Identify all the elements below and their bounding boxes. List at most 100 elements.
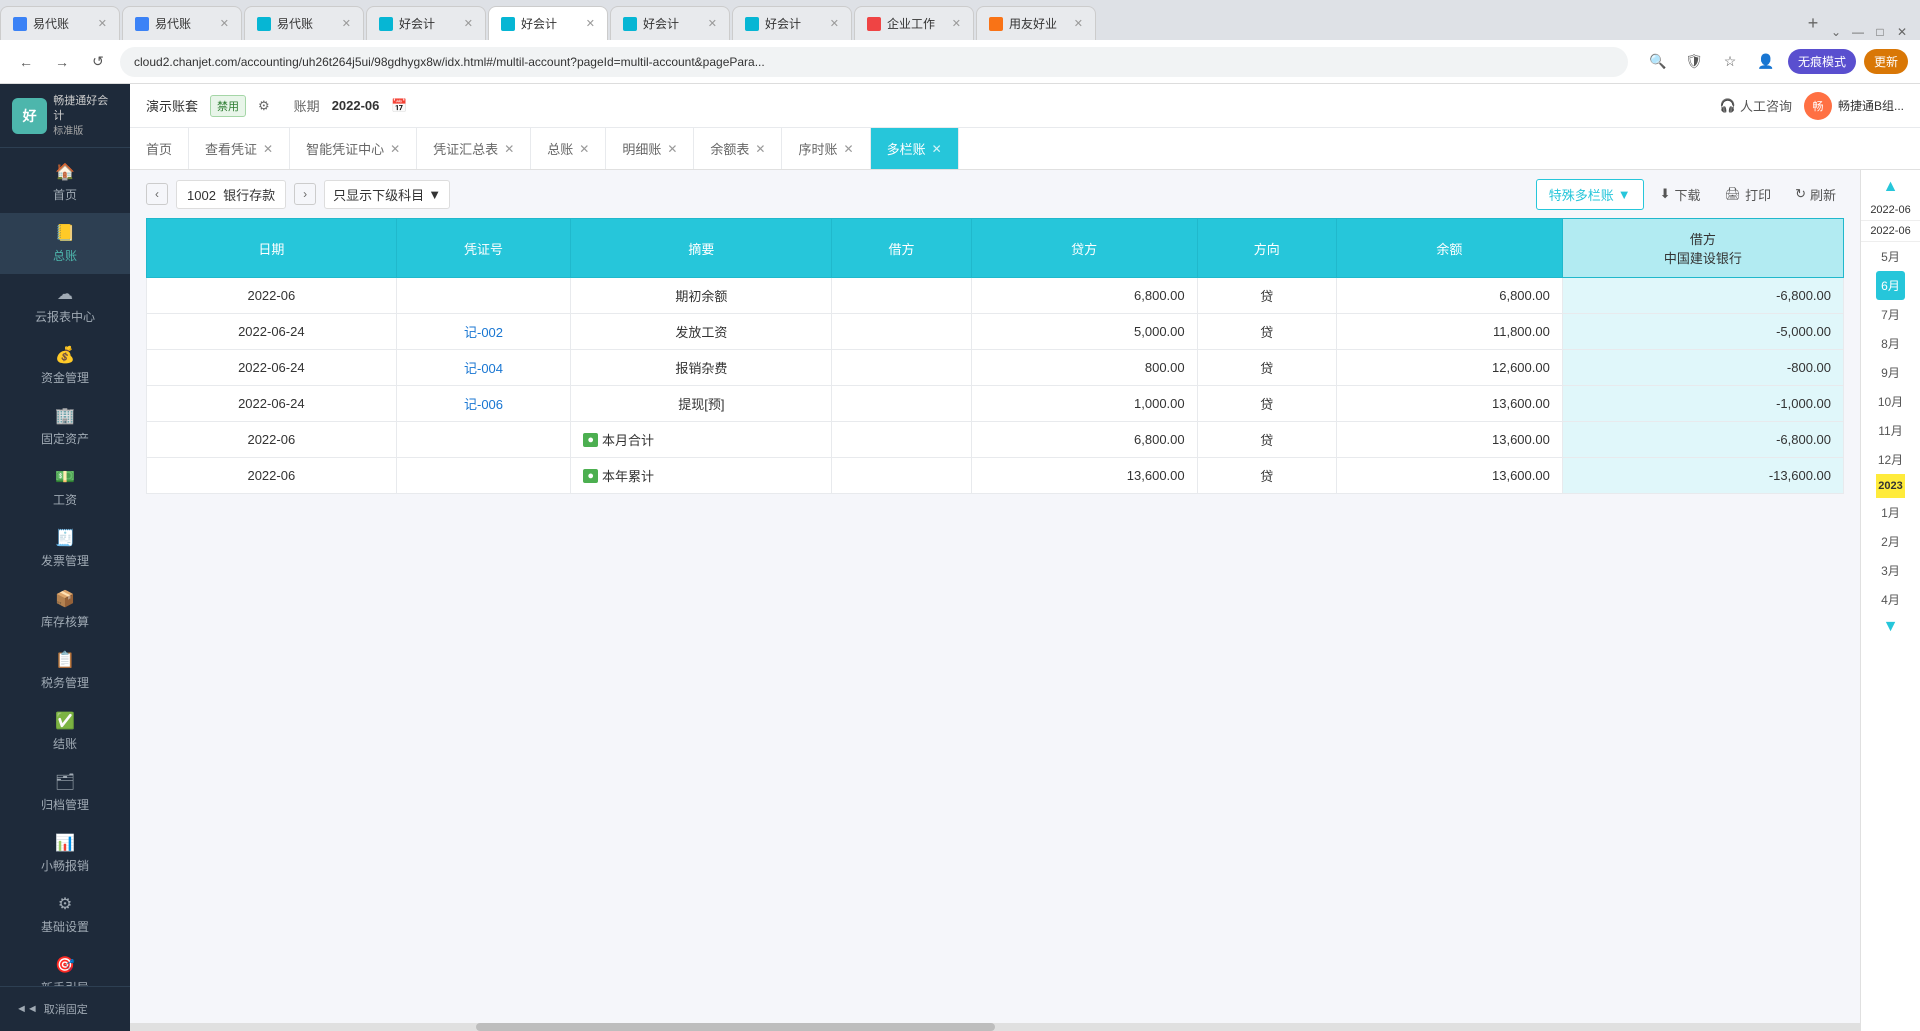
voucher-link[interactable]: 记-002 [464, 325, 503, 340]
sidebar-item-新手引导[interactable]: 🎯新手引导 [0, 945, 130, 986]
page-tab-余额表[interactable]: 余额表✕ [694, 128, 782, 170]
sidebar-item-工资[interactable]: 💵工资 [0, 457, 130, 518]
date-nav-item-2023[interactable]: 2023 [1876, 474, 1905, 498]
date-nav-item-10月[interactable]: 10月 [1876, 387, 1905, 416]
sidebar-item-结账[interactable]: ✅结账 [0, 701, 130, 762]
sidebar-item-库存核算[interactable]: 📦库存核算 [0, 579, 130, 640]
back-button[interactable]: ← [12, 48, 40, 76]
browser-tab-7[interactable]: 企业工作✕ [854, 6, 974, 40]
sidebar-item-资金管理[interactable]: 💰资金管理 [0, 335, 130, 396]
settings-icon[interactable]: ⚙ [258, 98, 270, 114]
sidebar-item-发票管理[interactable]: 🧾发票管理 [0, 518, 130, 579]
page-tab-总账[interactable]: 总账✕ [531, 128, 606, 170]
date-nav-item-11月[interactable]: 11月 [1876, 416, 1905, 445]
tab-close-button[interactable]: ✕ [952, 17, 961, 30]
page-tab-close-button[interactable]: ✕ [667, 142, 677, 156]
sidebar-item-首页[interactable]: 🏠首页 [0, 152, 130, 213]
date-nav-item-8月[interactable]: 8月 [1876, 329, 1905, 358]
date-nav-item-2月[interactable]: 2月 [1876, 527, 1905, 556]
sidebar-item-基础设置[interactable]: ⚙基础设置 [0, 884, 130, 945]
date-down-button[interactable]: ▼ [1879, 614, 1903, 640]
calendar-icon[interactable]: 📅 [391, 98, 407, 114]
profile-icon[interactable]: 👤 [1752, 48, 1780, 76]
page-tab-close-button[interactable]: ✕ [504, 142, 514, 156]
tab-close-button[interactable]: ✕ [830, 17, 839, 30]
page-tab-智能凭证中心[interactable]: 智能凭证中心✕ [290, 128, 417, 170]
page-tab-序时账[interactable]: 序时账✕ [782, 128, 870, 170]
browser-tab-3[interactable]: 好会计✕ [366, 6, 486, 40]
browser-tab-6[interactable]: 好会计✕ [732, 6, 852, 40]
next-account-button[interactable]: › [294, 183, 316, 205]
tab-close-button[interactable]: ✕ [98, 17, 107, 30]
print-button[interactable]: 🖨 打印 [1717, 180, 1780, 209]
cell-voucher[interactable]: 记-002 [396, 314, 571, 350]
page-tab-close-button[interactable]: ✕ [579, 142, 589, 156]
table-row: 2022-06 ●本月合计 6,800.00 贷 13,600.00 -6,80… [147, 422, 1844, 458]
tab-close-button[interactable]: ✕ [342, 17, 351, 30]
tab-close-button[interactable]: ✕ [708, 17, 717, 30]
cell-voucher[interactable]: 记-004 [396, 350, 571, 386]
page-tab-明细账[interactable]: 明细账✕ [606, 128, 694, 170]
date-nav-item-12月[interactable]: 12月 [1876, 445, 1905, 474]
scrollbar-thumb[interactable] [476, 1023, 995, 1031]
browser-tab-5[interactable]: 好会计✕ [610, 6, 730, 40]
page-tab-close-button[interactable]: ✕ [844, 142, 854, 156]
horizontal-scrollbar[interactable] [130, 1023, 1860, 1031]
page-tab-首页[interactable]: 首页 [130, 128, 189, 170]
page-tab-label: 查看凭证 [205, 139, 257, 158]
reload-button[interactable]: ↺ [84, 48, 112, 76]
browser-tab-4[interactable]: 好会计✕ [488, 6, 608, 40]
date-nav-item-5月[interactable]: 5月 [1876, 242, 1905, 271]
star-icon[interactable]: ☆ [1716, 48, 1744, 76]
multi-col-button[interactable]: 特殊多栏账 ▼ [1536, 179, 1644, 210]
date-nav-item-6月[interactable]: 6月 [1876, 271, 1905, 300]
search-icon[interactable]: 🔍 [1644, 48, 1672, 76]
date-nav-item-9月[interactable]: 9月 [1876, 358, 1905, 387]
browser-tab-0[interactable]: 易代账✕ [0, 6, 120, 40]
sidebar-item-小畅报销[interactable]: 📊小畅报销 [0, 823, 130, 884]
forward-button[interactable]: → [48, 48, 76, 76]
sub-filter-dropdown[interactable]: 只显示下级科目 ▼ [324, 180, 450, 209]
cell-voucher[interactable]: 记-006 [396, 386, 571, 422]
refresh-button[interactable]: ↻ 刷新 [1787, 180, 1844, 209]
tab-close-button[interactable]: ✕ [464, 17, 473, 30]
date-nav-item-3月[interactable]: 3月 [1876, 556, 1905, 585]
date-up-button[interactable]: ▲ [1879, 174, 1903, 200]
browser-tab-1[interactable]: 易代账✕ [122, 6, 242, 40]
prev-account-button[interactable]: ‹ [146, 183, 168, 205]
unpin-button[interactable]: ◄◄ 取消固定 [8, 995, 122, 1023]
browser-tab-8[interactable]: 用友好业✕ [976, 6, 1096, 40]
voucher-link[interactable]: 记-006 [464, 397, 503, 412]
sidebar-item-归档管理[interactable]: 🗂归档管理 [0, 762, 130, 823]
page-tab-close-button[interactable]: ✕ [390, 142, 400, 156]
page-tab-close-button[interactable]: ✕ [932, 142, 942, 156]
sidebar-item-税务管理[interactable]: 📋税务管理 [0, 640, 130, 701]
consulting-button[interactable]: 🎧 人工咨询 [1720, 96, 1792, 115]
tab-close-button[interactable]: ✕ [1074, 17, 1083, 30]
update-button[interactable]: 更新 [1864, 49, 1908, 74]
download-button[interactable]: ⬇ 下载 [1652, 180, 1709, 209]
stealth-button[interactable]: 无痕模式 [1788, 49, 1856, 74]
page-tab-查看凭证[interactable]: 查看凭证 ✕ [189, 128, 290, 170]
date-nav-item-4月[interactable]: 4月 [1876, 585, 1905, 614]
page-tab-多栏账[interactable]: 多栏账✕ [871, 128, 959, 170]
tab-restore-icon[interactable]: — [1850, 24, 1866, 40]
page-tab-凭证汇总表[interactable]: 凭证汇总表✕ [417, 128, 531, 170]
new-tab-button[interactable]: + [1798, 6, 1828, 40]
sidebar-item-固定资产[interactable]: 🏢固定资产 [0, 396, 130, 457]
sidebar-item-总账[interactable]: 📒总账 [0, 213, 130, 274]
tab-close-button[interactable]: ✕ [586, 17, 595, 30]
tab-minimize-icon[interactable]: ⌄ [1828, 24, 1844, 40]
tab-maximize-icon[interactable]: □ [1872, 24, 1888, 40]
sidebar-item-云报表中心[interactable]: ☁云报表中心 [0, 274, 130, 335]
tab-close-button[interactable]: ✕ [220, 17, 229, 30]
page-tab-close-button[interactable]: ✕ [755, 142, 765, 156]
date-nav-item-7月[interactable]: 7月 [1876, 300, 1905, 329]
address-input[interactable] [120, 47, 1628, 77]
page-tab-close-button[interactable]: ✕ [263, 142, 273, 156]
shield-icon[interactable]: 🛡 [1680, 48, 1708, 76]
tab-close-icon[interactable]: ✕ [1894, 24, 1910, 40]
date-nav-item-1月[interactable]: 1月 [1876, 498, 1905, 527]
browser-tab-2[interactable]: 易代账✕ [244, 6, 364, 40]
voucher-link[interactable]: 记-004 [464, 361, 503, 376]
